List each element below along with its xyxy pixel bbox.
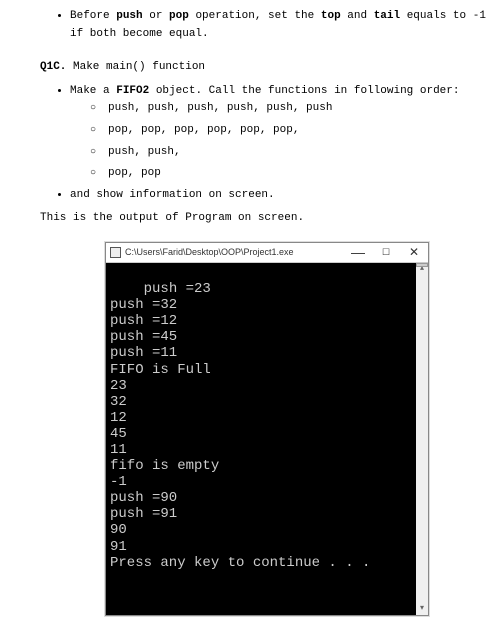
app-icon [110,247,121,258]
text: object. Call the functions in following … [149,85,459,97]
minimize-button[interactable]: — [344,242,372,262]
sub-item-4: pop, pop [108,165,494,183]
q1c-list: Make a FIFO2 object. Call the functions … [70,83,494,205]
window-controls: — ☐ ✕ [344,242,428,262]
sub-item-3: push, push, [108,144,494,162]
q1b-bullet-item: Before push or pop operation, set the to… [70,8,494,43]
output-intro: This is the output of Program on screen. [40,210,494,228]
kw-fifo2: FIFO2 [116,85,149,97]
q1c-bullet-1: Make a FIFO2 object. Call the functions … [70,83,494,183]
q1c-label: Q1C. [40,61,66,73]
kw-tail: tail [374,10,400,22]
kw-top: top [321,10,341,22]
q1c-bullet-2: and show information on screen. [70,187,494,205]
titlebar: C:\Users\Farid\Desktop\OOP\Project1.exe … [106,243,428,263]
console-body: push =23 push =32 push =12 push =45 push… [106,263,428,615]
text: and [341,10,374,22]
kw-pop: pop [169,10,189,22]
kw-push: push [116,10,142,22]
window-title: C:\Users\Farid\Desktop\OOP\Project1.exe [125,245,344,259]
scroll-down-icon[interactable]: ▾ [416,603,428,615]
maximize-button[interactable]: ☐ [372,242,400,262]
q1b-list: Before push or pop operation, set the to… [70,8,494,43]
scroll-thumb[interactable] [416,263,428,267]
console-output: push =23 push =32 push =12 push =45 push… [110,281,370,571]
console-window: C:\Users\Farid\Desktop\OOP\Project1.exe … [105,242,429,616]
text: Make a [70,85,116,97]
q1c-title: Make main() function [66,61,205,73]
close-button[interactable]: ✕ [400,242,428,262]
text: operation, set the [189,10,321,22]
text: Before [70,10,116,22]
q1c-sublist: push, push, push, push, push, push pop, … [108,100,494,182]
text: or [143,10,169,22]
q1c-heading: Q1C. Make main() function [40,59,494,77]
scrollbar[interactable]: ▴ ▾ [416,263,428,615]
sub-item-2: pop, pop, pop, pop, pop, pop, [108,122,494,140]
sub-item-1: push, push, push, push, push, push [108,100,494,118]
